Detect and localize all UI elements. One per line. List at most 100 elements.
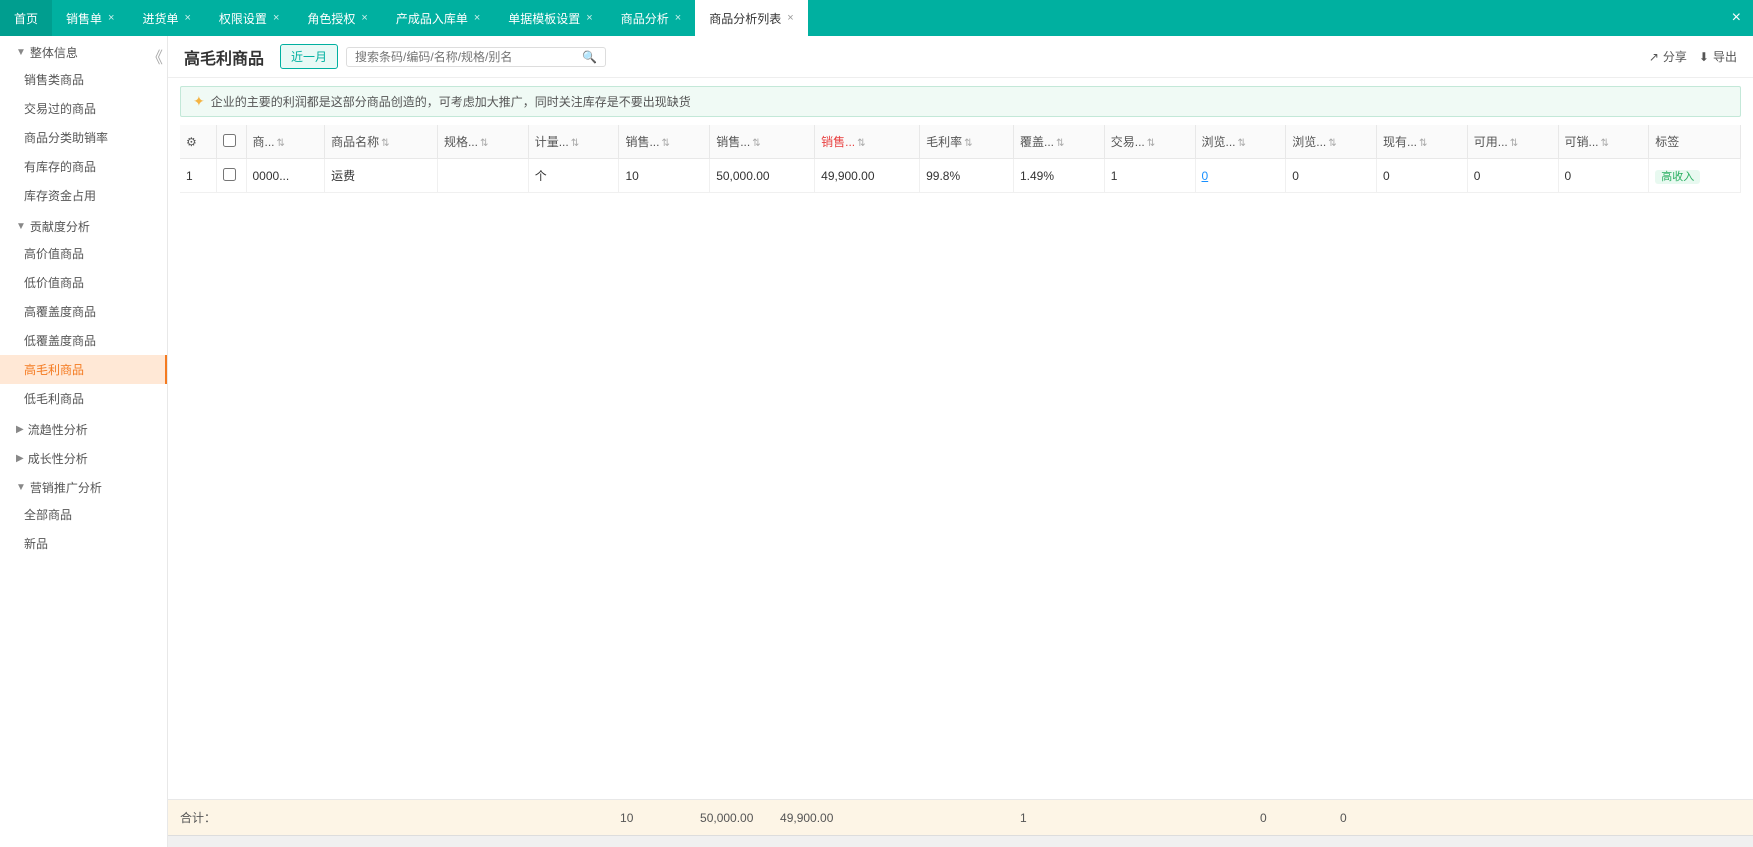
sidebar-item-all-goods[interactable]: 全部商品 bbox=[0, 500, 167, 529]
cell-trade: 1 bbox=[1104, 159, 1195, 193]
select-all-checkbox[interactable] bbox=[223, 134, 236, 147]
chevron-down-icon: ▼ bbox=[16, 221, 26, 232]
sidebar-group-trend[interactable]: ▶ 流趋性分析 bbox=[0, 413, 167, 442]
sidebar-item-stock-capital[interactable]: 库存资金占用 bbox=[0, 181, 167, 210]
col-spec[interactable]: 规格...⇅ bbox=[437, 125, 528, 159]
main-layout: 《 ▼ 整体信息 销售类商品 交易过的商品 商品分类助销率 有库存的商品 库存资… bbox=[0, 36, 1753, 847]
nav-role[interactable]: 角色授权 × bbox=[293, 0, 381, 36]
sort-icon: ⇅ bbox=[1147, 138, 1155, 149]
col-saleable[interactable]: 可销...⇅ bbox=[1558, 125, 1649, 159]
sidebar-item-high-value[interactable]: 高价值商品 bbox=[0, 239, 167, 268]
col-tag[interactable]: 标签 bbox=[1649, 125, 1741, 159]
close-icon[interactable]: × bbox=[184, 12, 190, 24]
cell-sales-qty: 10 bbox=[619, 159, 710, 193]
col-gross-margin[interactable]: 毛利率⇅ bbox=[920, 125, 1014, 159]
chevron-down-icon: ▼ bbox=[16, 47, 26, 58]
sort-icon: ⇅ bbox=[964, 138, 972, 149]
col-unit[interactable]: 计量...⇅ bbox=[528, 125, 619, 159]
sidebar-item-low-value[interactable]: 低价值商品 bbox=[0, 268, 167, 297]
browse-link[interactable]: 0 bbox=[1202, 169, 1209, 183]
cell-browse1[interactable]: 0 bbox=[1195, 159, 1286, 193]
col-sales-qty[interactable]: 销售...⇅ bbox=[619, 125, 710, 159]
nav-template[interactable]: 单据模板设置 × bbox=[494, 0, 606, 36]
col-name[interactable]: 商品名称⇅ bbox=[325, 125, 438, 159]
col-current-stock[interactable]: 现有...⇅ bbox=[1377, 125, 1468, 159]
table-row: 1 0000... 运费 个 10 50,000.00 49,900.00 99… bbox=[180, 159, 1741, 193]
cell-sales-amount: 50,000.00 bbox=[710, 159, 815, 193]
info-icon: ✦ bbox=[193, 93, 205, 110]
nav-purchase[interactable]: 进货单 × bbox=[128, 0, 204, 36]
close-icon[interactable]: × bbox=[675, 12, 681, 24]
sidebar-item-high-coverage[interactable]: 高覆盖度商品 bbox=[0, 297, 167, 326]
close-icon[interactable]: × bbox=[787, 12, 793, 24]
header-actions: ↗ 分享 ⬇ 导出 bbox=[1649, 48, 1737, 65]
sidebar-group-contribution[interactable]: ▼ 贡献度分析 bbox=[0, 210, 167, 239]
sidebar-item-traded-goods[interactable]: 交易过的商品 bbox=[0, 94, 167, 123]
sort-icon: ⇅ bbox=[1510, 138, 1518, 149]
close-icon[interactable]: × bbox=[273, 12, 279, 24]
col-settings[interactable]: ⚙ bbox=[180, 125, 216, 159]
sidebar-item-in-stock[interactable]: 有库存的商品 bbox=[0, 152, 167, 181]
sidebar: 《 ▼ 整体信息 销售类商品 交易过的商品 商品分类助销率 有库存的商品 库存资… bbox=[0, 36, 168, 847]
cell-index: 1 bbox=[180, 159, 216, 193]
sort-icon: ⇅ bbox=[480, 138, 488, 149]
nav-product-analysis[interactable]: 商品分析 × bbox=[607, 0, 695, 36]
close-icon[interactable]: × bbox=[108, 12, 114, 24]
row-checkbox[interactable] bbox=[223, 168, 236, 181]
horizontal-scrollbar[interactable] bbox=[168, 835, 1753, 847]
nav-home[interactable]: 首页 bbox=[0, 0, 52, 36]
sidebar-item-low-coverage[interactable]: 低覆盖度商品 bbox=[0, 326, 167, 355]
sidebar-item-new-goods[interactable]: 新品 bbox=[0, 529, 167, 558]
filter-recent-month[interactable]: 近一月 bbox=[280, 44, 338, 69]
col-browse1[interactable]: 浏览...⇅ bbox=[1195, 125, 1286, 159]
data-table-wrapper[interactable]: ⚙ 商...⇅ 商品名称⇅ 规格...⇅ 计量...⇅ 销售...⇅ 销售...… bbox=[180, 125, 1741, 799]
cell-spec bbox=[437, 159, 528, 193]
col-sales-amount[interactable]: 销售...⇅ bbox=[710, 125, 815, 159]
sidebar-item-high-margin[interactable]: 高毛利商品 bbox=[0, 355, 167, 384]
sidebar-item-category-rate[interactable]: 商品分类助销率 bbox=[0, 123, 167, 152]
sort-icon: ⇅ bbox=[857, 138, 865, 149]
sidebar-group-growth[interactable]: ▶ 成长性分析 bbox=[0, 442, 167, 471]
search-icon[interactable]: 🔍 bbox=[582, 50, 597, 64]
col-coverage[interactable]: 覆盖...⇅ bbox=[1014, 125, 1105, 159]
col-code[interactable]: 商...⇅ bbox=[246, 125, 325, 159]
col-trade[interactable]: 交易...⇅ bbox=[1104, 125, 1195, 159]
footer-label: 合计： bbox=[180, 809, 216, 826]
sort-icon: ⇅ bbox=[1328, 138, 1336, 149]
footer-browse2 bbox=[1174, 811, 1254, 825]
sidebar-collapse-button[interactable]: 《 bbox=[147, 44, 163, 68]
close-icon[interactable]: × bbox=[474, 12, 480, 24]
footer-sales-amount: 50,000.00 bbox=[694, 811, 774, 825]
nav-product-stock[interactable]: 产成品入库单 × bbox=[382, 0, 494, 36]
close-icon[interactable]: × bbox=[586, 12, 592, 24]
nav-product-analysis-list[interactable]: 商品分析列表 × bbox=[695, 0, 807, 36]
footer-sales-profit: 49,900.00 bbox=[774, 811, 854, 825]
nav-sales[interactable]: 销售单 × bbox=[52, 0, 128, 36]
footer-empty-coverage bbox=[934, 811, 1014, 825]
sidebar-group-overall[interactable]: ▼ 整体信息 bbox=[0, 36, 167, 65]
cell-unit: 个 bbox=[528, 159, 619, 193]
share-button[interactable]: ↗ 分享 bbox=[1649, 48, 1687, 65]
cell-tag: 高收入 bbox=[1649, 159, 1741, 193]
col-available[interactable]: 可用...⇅ bbox=[1467, 125, 1558, 159]
nav-permission[interactable]: 权限设置 × bbox=[205, 0, 293, 36]
tag-badge: 高收入 bbox=[1655, 170, 1700, 184]
search-input[interactable] bbox=[355, 50, 578, 64]
cell-name: 运费 bbox=[325, 159, 438, 193]
cell-checkbox[interactable] bbox=[216, 159, 246, 193]
sort-icon: ⇅ bbox=[277, 138, 285, 149]
cell-code: 0000... bbox=[246, 159, 325, 193]
col-sales-profit[interactable]: 销售...⇅ bbox=[815, 125, 920, 159]
sort-icon: ⇅ bbox=[1056, 138, 1064, 149]
cell-coverage: 1.49% bbox=[1014, 159, 1105, 193]
sidebar-group-marketing[interactable]: ▼ 营销推广分析 bbox=[0, 471, 167, 500]
sidebar-item-sales-goods[interactable]: 销售类商品 bbox=[0, 65, 167, 94]
col-browse2[interactable]: 浏览...⇅ bbox=[1286, 125, 1377, 159]
close-all-tabs[interactable]: × bbox=[1720, 9, 1753, 27]
footer-empty-name bbox=[364, 811, 484, 825]
sidebar-item-low-margin[interactable]: 低毛利商品 bbox=[0, 384, 167, 413]
info-bar: ✦ 企业的主要的利润都是这部分商品创造的，可考虑加大推广，同时关注库存是不要出现… bbox=[180, 86, 1741, 117]
close-icon[interactable]: × bbox=[361, 12, 367, 24]
export-button[interactable]: ⬇ 导出 bbox=[1699, 48, 1737, 65]
footer-empty1 bbox=[228, 811, 264, 825]
